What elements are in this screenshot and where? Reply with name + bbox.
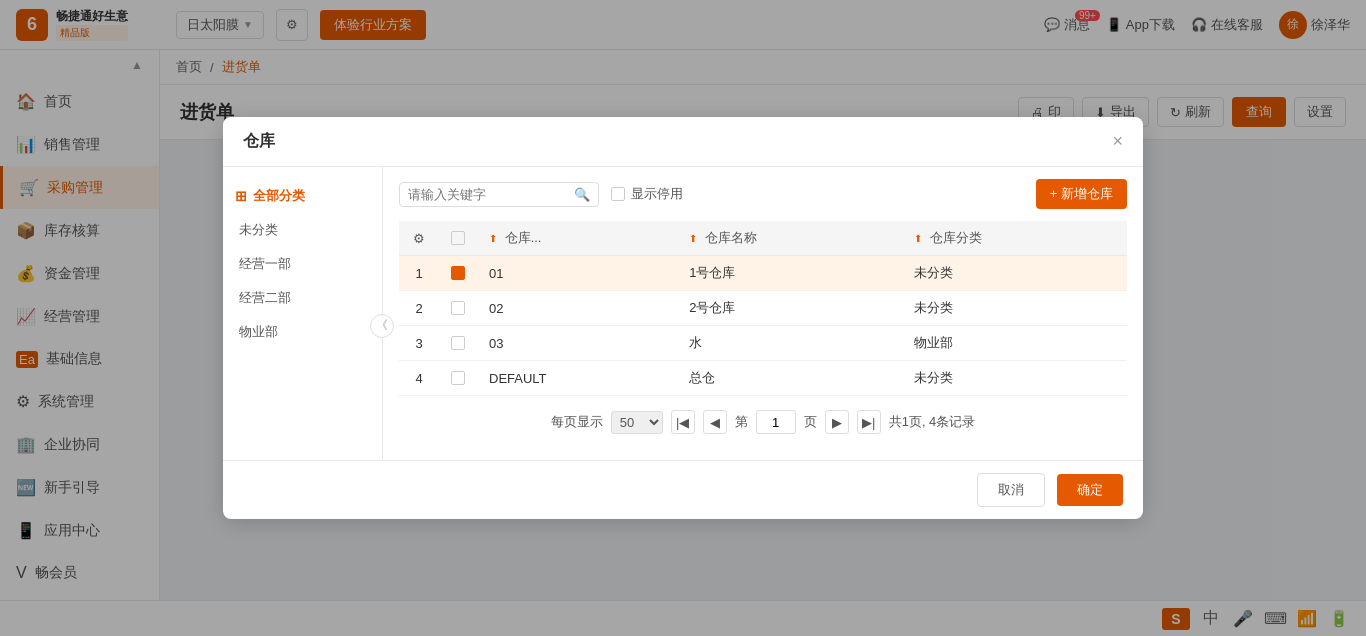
row-name: 2号仓库 — [677, 291, 902, 326]
modal-title: 仓库 — [243, 131, 275, 152]
table-body: 1 01 1号仓库 未分类 2 02 2号仓库 未分类 3 03 水 物业部 4… — [399, 256, 1127, 396]
row-name: 1号仓库 — [677, 256, 902, 291]
table-header-row: ⚙ ⬆ 仓库... ⬆ 仓库名称 ⬆ — [399, 221, 1127, 256]
row-category: 未分类 — [902, 256, 1127, 291]
first-page-button[interactable]: |◀ — [671, 410, 695, 434]
select-all-checkbox[interactable] — [451, 231, 465, 245]
modal-header: 仓库 × — [223, 117, 1143, 167]
warehouse-modal: 仓库 × ⊞ 全部分类 《 未分类 经营一部 经营二部 物业部 — [223, 117, 1143, 519]
grid-icon: ⊞ — [235, 188, 247, 204]
confirm-button[interactable]: 确定 — [1057, 474, 1123, 506]
show-disabled-checkbox[interactable] — [611, 187, 625, 201]
warehouse-table: ⚙ ⬆ 仓库... ⬆ 仓库名称 ⬆ — [399, 221, 1127, 396]
per-page-select[interactable]: 50 20 100 — [611, 411, 663, 434]
sort-icon: ⬆ — [489, 233, 497, 244]
table-row[interactable]: 2 02 2号仓库 未分类 — [399, 291, 1127, 326]
row-index: 4 — [399, 361, 439, 396]
modal-footer: 取消 确定 — [223, 460, 1143, 519]
search-box: 🔍 — [399, 182, 599, 207]
next-page-button[interactable]: ▶ — [825, 410, 849, 434]
row-code: 02 — [477, 291, 677, 326]
table-toolbar: 🔍 显示停用 + 新增仓库 — [399, 179, 1127, 209]
add-warehouse-button[interactable]: + 新增仓库 — [1036, 179, 1127, 209]
row-code: 01 — [477, 256, 677, 291]
close-button[interactable]: × — [1112, 131, 1123, 152]
all-category-header[interactable]: ⊞ 全部分类 — [223, 179, 382, 213]
row-checkbox[interactable] — [439, 361, 477, 396]
search-icon[interactable]: 🔍 — [574, 187, 590, 202]
row-code: DEFAULT — [477, 361, 677, 396]
category-item-property[interactable]: 物业部 — [223, 315, 382, 349]
sort-name-icon: ⬆ — [689, 233, 697, 244]
table-area: 🔍 显示停用 + 新增仓库 ⚙ ⬆ — [383, 167, 1143, 460]
row-index: 2 — [399, 291, 439, 326]
row-index: 1 — [399, 256, 439, 291]
row-code: 03 — [477, 326, 677, 361]
col-category-header: ⬆ 仓库分类 — [902, 221, 1127, 256]
row-checkbox[interactable] — [439, 291, 477, 326]
col-name-header: ⬆ 仓库名称 — [677, 221, 902, 256]
category-item-dept2[interactable]: 经营二部 — [223, 281, 382, 315]
modal-body: ⊞ 全部分类 《 未分类 经营一部 经营二部 物业部 🔍 — [223, 167, 1143, 460]
pagination: 每页显示 50 20 100 |◀ ◀ 第 页 ▶ ▶| 共1页, 4条记录 — [399, 396, 1127, 448]
search-input[interactable] — [408, 187, 574, 202]
table-row[interactable]: 3 03 水 物业部 — [399, 326, 1127, 361]
row-index: 3 — [399, 326, 439, 361]
modal-overlay: 仓库 × ⊞ 全部分类 《 未分类 经营一部 经营二部 物业部 — [0, 0, 1366, 636]
row-category: 物业部 — [902, 326, 1127, 361]
prev-page-button[interactable]: ◀ — [703, 410, 727, 434]
row-category: 未分类 — [902, 291, 1127, 326]
category-collapse-button[interactable]: 《 — [370, 314, 394, 338]
row-name: 水 — [677, 326, 902, 361]
category-item-dept1[interactable]: 经营一部 — [223, 247, 382, 281]
sort-cat-icon: ⬆ — [914, 233, 922, 244]
category-item-uncat[interactable]: 未分类 — [223, 213, 382, 247]
last-page-button[interactable]: ▶| — [857, 410, 881, 434]
category-sidebar: ⊞ 全部分类 《 未分类 经营一部 经营二部 物业部 — [223, 167, 383, 460]
col-checkbox — [439, 221, 477, 256]
page-number-input[interactable] — [756, 410, 796, 434]
row-checkbox[interactable] — [439, 256, 477, 291]
row-checkbox[interactable] — [439, 326, 477, 361]
table-row[interactable]: 1 01 1号仓库 未分类 — [399, 256, 1127, 291]
row-category: 未分类 — [902, 361, 1127, 396]
table-row[interactable]: 4 DEFAULT 总仓 未分类 — [399, 361, 1127, 396]
row-name: 总仓 — [677, 361, 902, 396]
cancel-button[interactable]: 取消 — [977, 473, 1045, 507]
col-code-header: ⬆ 仓库... — [477, 221, 677, 256]
show-disabled-toggle: 显示停用 — [611, 185, 683, 203]
col-settings: ⚙ — [399, 221, 439, 256]
